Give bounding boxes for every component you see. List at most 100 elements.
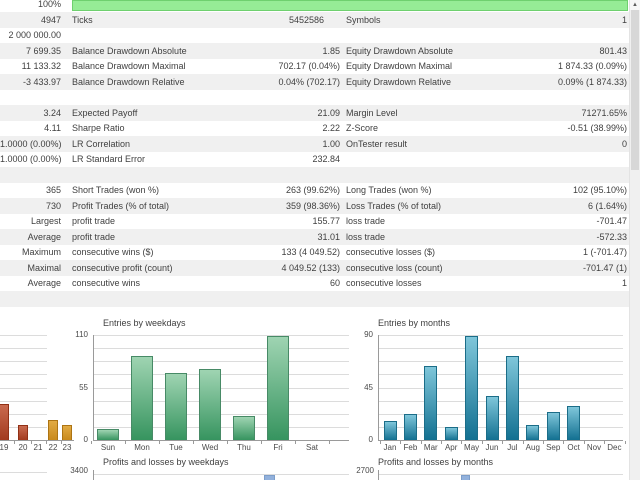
table-row: -3 433.97 Balance Drawdown Relative 0.04% …	[0, 74, 630, 90]
bar-19	[0, 404, 9, 440]
metric-label: Sharpe Ratio	[72, 123, 125, 134]
table-row: Average consecutive wins 60 consecutive los…	[0, 276, 630, 292]
metric-label: LR Standard Error	[72, 154, 146, 165]
pl-bar-may	[461, 475, 470, 480]
x-category-label: Dec	[607, 443, 622, 452]
metric-label: Symbols	[346, 14, 381, 25]
history-quality-bar	[72, 0, 628, 11]
metric-label: consecutive wins ($)	[72, 247, 154, 258]
metric-value: -572.33	[596, 231, 627, 242]
bar-mon	[131, 356, 153, 440]
bar-thu	[233, 416, 255, 440]
metric-label: Margin Level	[346, 107, 398, 118]
gridline	[0, 374, 47, 376]
pl-by-weekdays-title: Profits and losses by weekdays	[103, 457, 229, 467]
metric-label: Z-Score	[346, 123, 379, 134]
y-tick-label: 45	[364, 382, 373, 392]
bar-oct	[567, 406, 581, 440]
pl-weekdays-axis	[93, 470, 94, 480]
bar-fri	[267, 336, 289, 440]
metric-label: Equity Drawdown Absolute	[346, 45, 454, 56]
metric-value: -0.51 (38.99%)	[567, 123, 627, 134]
metric-value: 0.09% (1 874.33)	[557, 76, 627, 87]
metric-value: Maximum	[21, 247, 61, 258]
bar-jun	[485, 396, 499, 440]
bar-apr	[444, 427, 458, 440]
axis-tick	[329, 441, 330, 444]
metric-value: 31.01	[317, 231, 340, 242]
table-row: 730 Profit Trades (% of total) 359 (98.36%…	[0, 198, 630, 214]
x-category-label: Wed	[201, 443, 219, 452]
axis-tick	[91, 441, 92, 444]
metric-value: Average	[27, 278, 61, 289]
metric-value: 5452586	[288, 14, 324, 25]
table-row	[0, 167, 630, 183]
table-row: Maximal consecutive profit (count) 4 049.5…	[0, 260, 630, 276]
metric-value: 1 874.33 (0.09%)	[557, 61, 627, 72]
metric-value: 21.09	[317, 107, 340, 118]
metric-label: consecutive loss (count)	[346, 262, 443, 273]
metric-value: -701.47 (1)	[582, 262, 627, 273]
gridline	[0, 400, 47, 402]
metric-value: 2 000 000.00	[8, 30, 61, 41]
metric-label: Short Trades (won %)	[72, 185, 160, 196]
metric-value: Maximal	[27, 262, 61, 273]
gridline	[0, 361, 47, 363]
metric-label: profit trade	[72, 231, 116, 242]
gridline	[378, 335, 623, 336]
metric-value: 0	[621, 138, 627, 149]
metric-label: consecutive losses	[346, 278, 422, 289]
pl-by-months-title: Profits and losses by months	[378, 457, 494, 467]
scrollbar-thumb[interactable]	[631, 10, 639, 170]
entries-by-months-title: Entries by months	[378, 318, 451, 328]
table-row: 365 Short Trades (won %) 263 (99.62%) Long …	[0, 183, 630, 199]
vertical-scrollbar[interactable]: ▲	[629, 0, 640, 480]
metric-label: loss trade	[346, 231, 386, 242]
metric-value: 3.24	[43, 107, 61, 118]
y-tick-label: 0	[83, 435, 88, 444]
bar-jul	[505, 356, 519, 440]
x-category-label: Mon	[134, 443, 150, 452]
metric-value: 1	[621, 14, 627, 25]
metric-value: Average	[27, 231, 61, 242]
metric-value: 1.00	[322, 138, 340, 149]
metric-label: Equity Drawdown Maximal	[346, 61, 453, 72]
table-row: 1.0000 (0.00%) LR Standard Error 232.84	[0, 152, 630, 168]
axis-tick	[295, 441, 296, 444]
bar-tue	[165, 373, 187, 440]
x-category-label: Sun	[100, 443, 116, 452]
gridline	[378, 361, 623, 363]
metric-value: 133 (4 049.52)	[281, 247, 340, 258]
metric-value: Largest	[30, 216, 61, 227]
metric-value: 4.11	[44, 123, 61, 134]
table-row: 7 699.35 Balance Drawdown Absolute 1.85 Equ…	[0, 43, 630, 59]
table-row: Average profit trade 31.01 loss trade -572.3…	[0, 229, 630, 245]
x-category-label: 23	[62, 443, 72, 452]
metric-value: 6 (1.64%)	[587, 200, 627, 211]
metric-value: 1 (-701.47)	[582, 247, 627, 258]
table-row: 3.24 Expected Payoff 21.09 Margin Level 7127…	[0, 105, 630, 121]
pl-weekdays-ytick: 3400	[70, 466, 88, 475]
y-axis	[93, 335, 94, 440]
axis-tick	[159, 441, 160, 444]
bar-feb	[403, 414, 417, 440]
metric-value: 1.85	[322, 45, 340, 56]
gridline	[93, 335, 349, 336]
metric-label: consecutive losses ($)	[346, 247, 436, 258]
entries-by-weekdays-title: Entries by weekdays	[103, 318, 186, 328]
metric-value: 232.84	[312, 154, 340, 165]
history-quality-row: 100%	[0, 0, 630, 12]
metric-value: 60	[329, 278, 340, 289]
y-tick-label: 110	[75, 330, 88, 339]
table-row: 11 133.32 Balance Drawdown Maximal 702.17 …	[0, 59, 630, 75]
metric-value: 7 699.35	[25, 45, 61, 56]
metric-value: 702.17 (0.04%)	[278, 61, 340, 72]
bar-mar	[424, 366, 438, 440]
pl-weekdays-gridline	[93, 474, 349, 475]
table-row: 4.11 Sharpe Ratio 2.22 Z-Score -0.51 (38.99%…	[0, 121, 630, 137]
table-row: 1.0000 (0.00%) LR Correlation 1.00 OnTester…	[0, 136, 630, 152]
gridline	[378, 387, 623, 389]
scroll-up-icon[interactable]: ▲	[630, 0, 640, 10]
axis-tick	[193, 441, 194, 444]
metric-value: 359 (98.36%)	[285, 200, 340, 211]
